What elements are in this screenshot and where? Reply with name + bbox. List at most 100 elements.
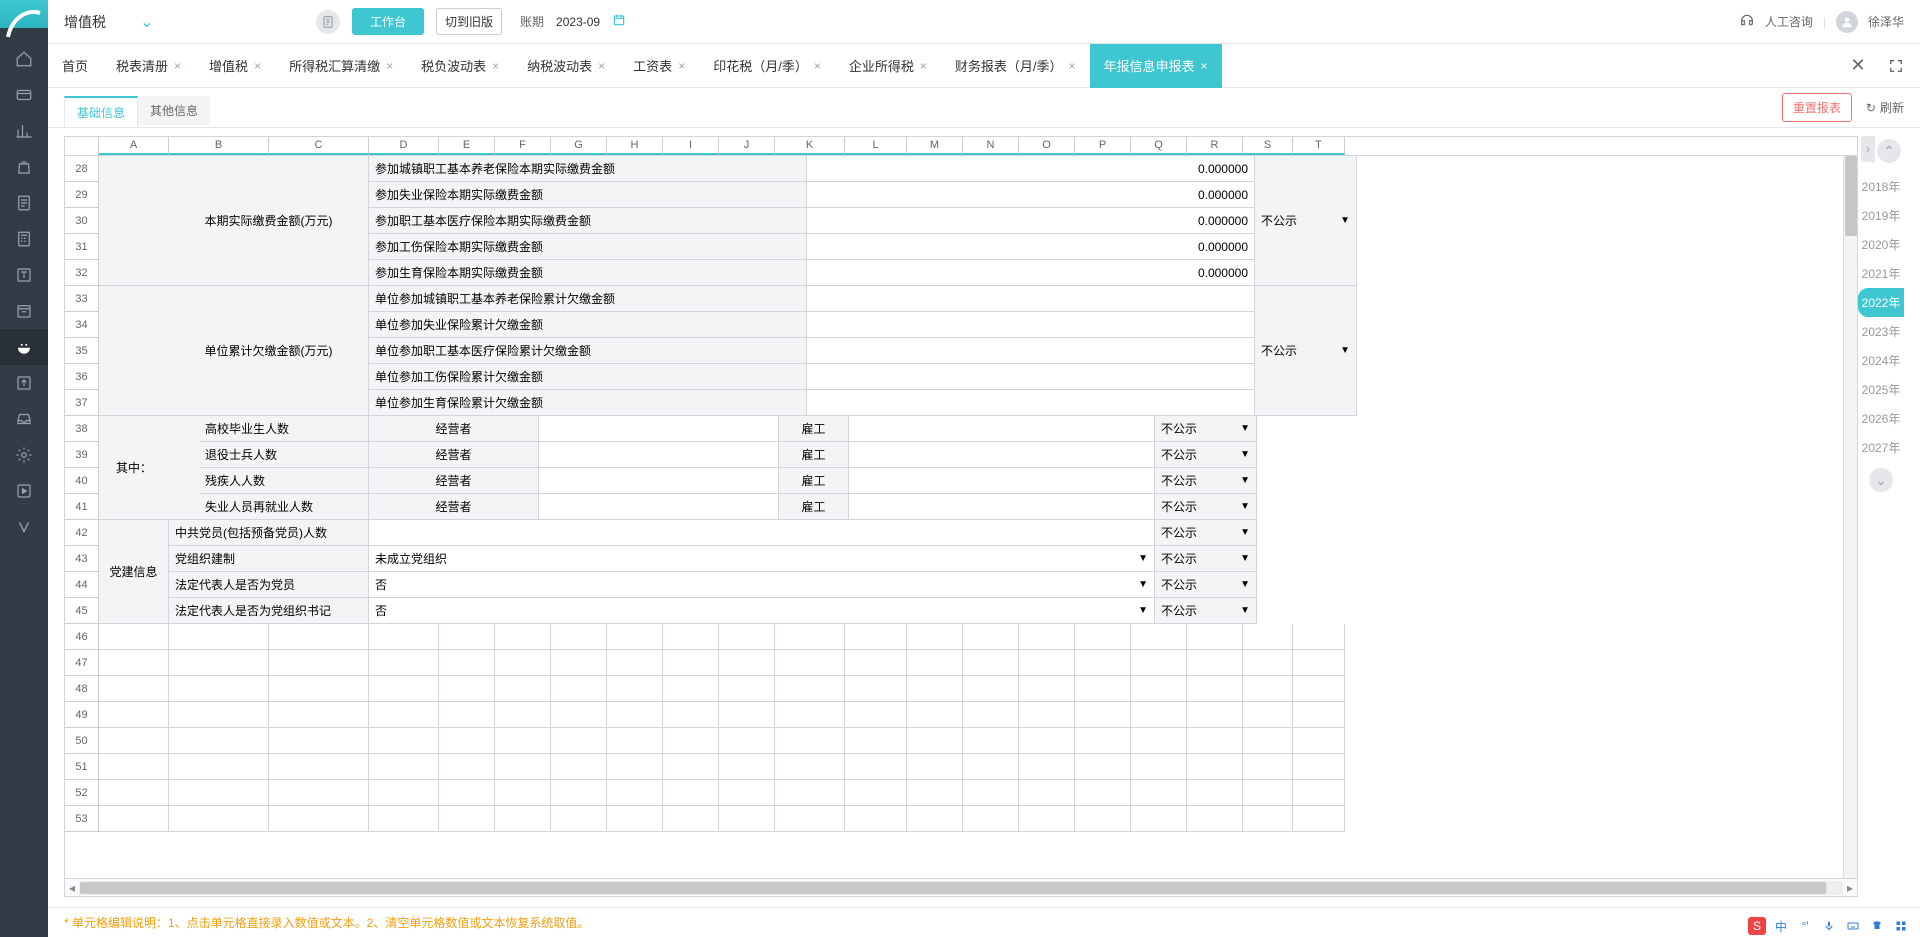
cell[interactable] — [439, 780, 495, 806]
cell[interactable] — [807, 338, 1255, 364]
row-header-37[interactable]: 37 — [65, 390, 99, 416]
col-header-I[interactable]: I — [663, 137, 719, 155]
cell[interactable] — [1131, 650, 1187, 676]
cell[interactable] — [1243, 702, 1293, 728]
cell[interactable] — [1019, 624, 1075, 650]
cell[interactable] — [1131, 624, 1187, 650]
tab-close-icon[interactable]: ✕ — [1844, 52, 1872, 80]
cell[interactable] — [845, 702, 907, 728]
cell[interactable] — [963, 676, 1019, 702]
cell[interactable] — [1019, 754, 1075, 780]
col-header-D[interactable]: D — [369, 137, 439, 155]
cell[interactable] — [99, 624, 169, 650]
col-header-G[interactable]: G — [551, 137, 607, 155]
cell[interactable] — [1187, 780, 1243, 806]
nav-v-icon[interactable] — [0, 509, 48, 545]
cell[interactable] — [99, 806, 169, 832]
cell[interactable] — [99, 728, 169, 754]
cell[interactable] — [1131, 702, 1187, 728]
cell[interactable] — [551, 702, 607, 728]
tab-close-icon[interactable]: × — [254, 59, 261, 73]
cell[interactable] — [1075, 728, 1131, 754]
cell[interactable] — [1243, 780, 1293, 806]
nav-calendar-icon[interactable] — [0, 293, 48, 329]
row-header-48[interactable]: 48 — [65, 676, 99, 702]
cell[interactable]: 0.000000 — [807, 182, 1255, 208]
refresh-button[interactable]: ↻刷新 — [1866, 99, 1904, 116]
ime-lang-icon[interactable]: 中 — [1772, 917, 1790, 935]
cell[interactable] — [719, 676, 775, 702]
tab-税表清册[interactable]: 税表清册× — [102, 44, 195, 88]
cell[interactable] — [907, 780, 963, 806]
row-header-53[interactable]: 53 — [65, 806, 99, 832]
cell[interactable] — [845, 754, 907, 780]
cell[interactable] — [719, 702, 775, 728]
cell[interactable] — [539, 416, 779, 442]
row-header-40[interactable]: 40 — [65, 468, 99, 494]
dropdown-icon[interactable]: ▼ — [1340, 345, 1350, 356]
ime-mic-icon[interactable] — [1820, 917, 1838, 935]
cell[interactable] — [1019, 806, 1075, 832]
year-up-icon[interactable]: ⌃ — [1877, 139, 1901, 163]
cell[interactable] — [1075, 754, 1131, 780]
cell[interactable] — [719, 624, 775, 650]
cell[interactable] — [963, 650, 1019, 676]
tab-工资表[interactable]: 工资表× — [619, 44, 699, 88]
cell[interactable] — [439, 702, 495, 728]
doc-icon[interactable] — [316, 10, 340, 34]
cell[interactable] — [495, 806, 551, 832]
cell[interactable] — [495, 780, 551, 806]
tab-close-icon[interactable]: × — [598, 59, 605, 73]
tab-close-icon[interactable]: × — [1069, 59, 1076, 73]
cell[interactable] — [663, 676, 719, 702]
cell[interactable] — [551, 624, 607, 650]
cell[interactable] — [269, 780, 369, 806]
cell[interactable] — [775, 806, 845, 832]
nav-card-icon[interactable] — [0, 77, 48, 113]
cell[interactable] — [1243, 676, 1293, 702]
tab-close-icon[interactable]: × — [920, 59, 927, 73]
cell[interactable] — [369, 806, 439, 832]
year-2021年[interactable]: 2021年 — [1858, 259, 1904, 288]
cell[interactable] — [1187, 624, 1243, 650]
headset-icon[interactable] — [1739, 12, 1755, 31]
cell[interactable]: 不公示▼ — [1155, 442, 1257, 468]
tab-close-icon[interactable]: × — [492, 59, 499, 73]
cell[interactable] — [1293, 650, 1345, 676]
cell[interactable]: 0.000000 — [807, 208, 1255, 234]
cell[interactable] — [269, 624, 369, 650]
tab-印花税（月/季）[interactable]: 印花税（月/季）× — [699, 44, 835, 88]
tab-close-icon[interactable]: × — [174, 59, 181, 73]
year-2023年[interactable]: 2023年 — [1858, 317, 1904, 346]
cell[interactable]: 未成立党组织▼ — [369, 546, 1155, 572]
row-header-41[interactable]: 41 — [65, 494, 99, 520]
avatar[interactable] — [1836, 11, 1858, 33]
period-value[interactable]: 2023-09 — [556, 15, 600, 29]
calendar-icon[interactable] — [612, 13, 626, 30]
cell[interactable] — [907, 624, 963, 650]
cell[interactable] — [1131, 780, 1187, 806]
col-header-Q[interactable]: Q — [1131, 137, 1187, 155]
col-header-O[interactable]: O — [1019, 137, 1075, 155]
username[interactable]: 徐泽华 — [1868, 13, 1904, 30]
cell[interactable] — [99, 754, 169, 780]
ime-skin-icon[interactable] — [1868, 917, 1886, 935]
row-header-28[interactable]: 28 — [65, 156, 99, 182]
cell[interactable] — [807, 286, 1255, 312]
cell[interactable] — [1243, 650, 1293, 676]
cell[interactable] — [539, 442, 779, 468]
col-header-E[interactable]: E — [439, 137, 495, 155]
tab-税负波动表[interactable]: 税负波动表× — [407, 44, 513, 88]
cell[interactable] — [1293, 676, 1345, 702]
cell[interactable] — [907, 728, 963, 754]
row-header-33[interactable]: 33 — [65, 286, 99, 312]
cell[interactable] — [1075, 676, 1131, 702]
cell[interactable] — [495, 702, 551, 728]
cell[interactable] — [369, 676, 439, 702]
fullscreen-icon[interactable] — [1882, 52, 1910, 80]
cell[interactable] — [1075, 702, 1131, 728]
cell[interactable] — [1187, 676, 1243, 702]
cell[interactable]: 不公示▼ — [1255, 156, 1357, 286]
cell[interactable] — [1019, 728, 1075, 754]
tab-增值税[interactable]: 增值税× — [195, 44, 275, 88]
